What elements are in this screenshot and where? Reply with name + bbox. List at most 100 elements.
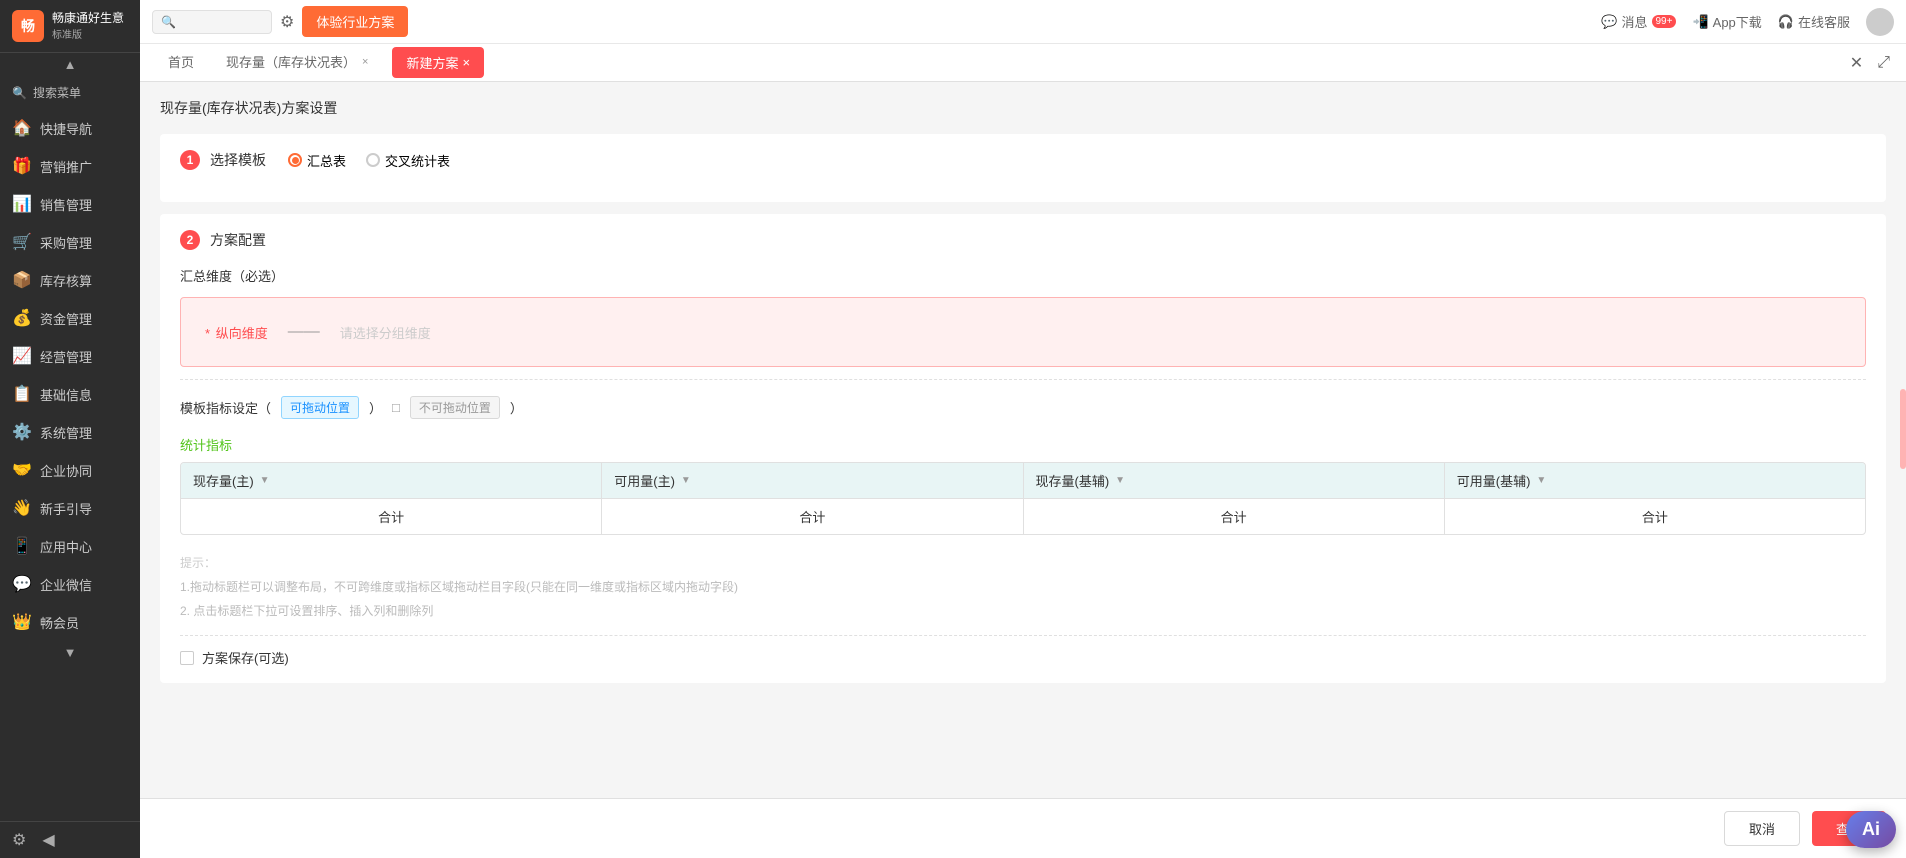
marketing-icon: 🎁	[12, 156, 32, 176]
finance-icon: 💰	[12, 308, 32, 328]
tab-home[interactable]: 首页	[152, 44, 210, 81]
app-center-icon: 📱	[12, 536, 32, 556]
radio-summary[interactable]: 汇总表	[288, 151, 346, 170]
topbar-settings-icon[interactable]: ⚙	[280, 12, 294, 32]
dim-required-label: * 纵向维度	[205, 323, 268, 342]
stats-cell-2: 合计	[1024, 498, 1445, 534]
sidebar-item-corp[interactable]: 🤝 企业协同	[0, 451, 140, 489]
sidebar-item-quick-nav[interactable]: 🏠 快捷导航	[0, 109, 140, 147]
radio-cross[interactable]: 交叉统计表	[366, 151, 450, 170]
movable-tag: 可拖动位置	[281, 396, 359, 419]
app-logo-icon: 畅	[12, 10, 44, 42]
tab-close-new[interactable]: ×	[462, 55, 470, 70]
quick-nav-icon: 🏠	[12, 118, 32, 138]
sidebar-scroll-up[interactable]: ▲	[0, 53, 140, 76]
stats-col-0[interactable]: 现存量(主) ▼	[181, 463, 602, 498]
section-plan-config: 2 方案配置 汇总维度（必选） * 纵向维度 —— 请选择分组维度 模板指标设定…	[160, 214, 1886, 683]
app-download-icon: 📲	[1692, 14, 1708, 30]
chevron-down-icon-0: ▼	[260, 475, 270, 486]
sidebar-item-member[interactable]: 👑 畅会员	[0, 603, 140, 641]
tab-new-plan[interactable]: 新建方案 ×	[392, 47, 484, 78]
member-icon: 👑	[12, 612, 32, 632]
tips-item1: 1.拖动标题栏可以调整布局，不可跨维度或指标区域拖动栏目字段(只能在同一维度或指…	[180, 575, 1866, 599]
ai-badge[interactable]: Ai	[1846, 811, 1896, 848]
chevron-down-icon-3: ▼	[1536, 475, 1546, 486]
radio-summary-inner	[292, 157, 299, 164]
indicator-settings: 模板指标设定（ 可拖动位置 ） □ 不可拖动位置 ）	[180, 396, 1866, 419]
section-choose-template: 1 选择模板 汇总表 交叉统计表	[160, 134, 1886, 202]
section2-header: 2 方案配置	[180, 230, 1866, 250]
try-industry-button[interactable]: 体验行业方案	[302, 6, 408, 37]
corp-wechat-icon: 💬	[12, 574, 32, 594]
cancel-button[interactable]: 取消	[1724, 811, 1800, 846]
topbar-left: 🔍 ⚙ 体验行业方案	[152, 6, 1591, 37]
section1-num: 1	[180, 150, 200, 170]
tips-item2: 2. 点击标题栏下拉可设置排序、插入列和删除列	[180, 599, 1866, 623]
tab-inventory-status[interactable]: 现存量（库存状况表） ×	[210, 44, 384, 81]
system-icon: ⚙️	[12, 422, 32, 442]
separator2	[180, 635, 1866, 636]
collapse-icon[interactable]: ◀	[42, 830, 54, 850]
sidebar-item-inventory[interactable]: 📦 库存核算	[0, 261, 140, 299]
online-service-button[interactable]: 🎧 在线客服	[1778, 12, 1850, 31]
tabs-bar: 首页 现存量（库存状况表） × 新建方案 × ✕ ⤢	[140, 44, 1906, 82]
separator1	[180, 379, 1866, 380]
tab-expand-button[interactable]: ⤢	[1873, 49, 1894, 77]
newbie-icon: 👋	[12, 498, 32, 518]
sidebar-scroll-down[interactable]: ▼	[0, 641, 140, 664]
sidebar-item-system[interactable]: ⚙️ 系统管理	[0, 413, 140, 451]
sidebar-nav: 🏠 快捷导航 🎁 营销推广 📊 销售管理 🛒 采购管理 📦 库存核算 💰 资金管…	[0, 109, 140, 641]
stats-label: 统计指标	[180, 435, 1866, 454]
stats-table: 现存量(主) ▼ 可用量(主) ▼ 现存量(基辅) ▼ 可用量(基辅) ▼	[180, 462, 1866, 535]
user-avatar[interactable]	[1866, 8, 1894, 36]
tabs-right-controls: ✕ ⤢	[1846, 49, 1894, 77]
sidebar-item-sales[interactable]: 📊 销售管理	[0, 185, 140, 223]
footer: 取消 查询	[140, 798, 1906, 858]
stats-cell-1: 合计	[602, 498, 1023, 534]
app-name: 畅康通好生意	[52, 11, 124, 27]
message-button[interactable]: 💬 消息 99+	[1601, 12, 1676, 31]
sidebar-search[interactable]: 🔍 搜索菜单	[0, 76, 140, 109]
summary-dim-label: 汇总维度（必选）	[180, 266, 1866, 285]
topbar-search-box[interactable]: 🔍	[152, 10, 272, 34]
topbar: 🔍 ⚙ 体验行业方案 💬 消息 99+ 📲 App下载 🎧 在线客服	[140, 0, 1906, 44]
sidebar-item-purchase[interactable]: 🛒 采购管理	[0, 223, 140, 261]
stats-col-3[interactable]: 可用量(基辅) ▼	[1445, 463, 1865, 498]
save-checkbox[interactable]	[180, 651, 194, 665]
main-content: 🔍 ⚙ 体验行业方案 💬 消息 99+ 📲 App下载 🎧 在线客服	[140, 0, 1906, 858]
radio-cross-circle	[366, 153, 380, 167]
message-icon: 💬	[1601, 14, 1617, 30]
stats-body: 合计 合计 合计 合计	[181, 498, 1865, 534]
sidebar-item-finance[interactable]: 💰 资金管理	[0, 299, 140, 337]
sidebar-bottom: ⚙ ◀	[0, 821, 140, 858]
sidebar-item-base-info[interactable]: 📋 基础信息	[0, 375, 140, 413]
base-info-icon: 📋	[12, 384, 32, 404]
sidebar-item-marketing[interactable]: 🎁 营销推广	[0, 147, 140, 185]
sidebar-item-newbie[interactable]: 👋 新手引导	[0, 489, 140, 527]
tab-close-inventory[interactable]: ×	[362, 56, 368, 68]
dim-placeholder: 请选择分组维度	[340, 323, 431, 342]
radio-summary-circle	[288, 153, 302, 167]
app-edition: 标准版	[52, 26, 124, 41]
message-badge: 99+	[1652, 15, 1677, 28]
stats-col-1[interactable]: 可用量(主) ▼	[602, 463, 1023, 498]
stats-col-2[interactable]: 现存量(基辅) ▼	[1024, 463, 1445, 498]
stats-cell-3: 合计	[1445, 498, 1865, 534]
settings-icon[interactable]: ⚙	[12, 830, 26, 850]
tips-section: 提示： 1.拖动标题栏可以调整布局，不可跨维度或指标区域拖动栏目字段(只能在同一…	[180, 551, 1866, 623]
tab-close-window-button[interactable]: ✕	[1846, 49, 1867, 77]
sidebar-item-app-center[interactable]: 📱 应用中心	[0, 527, 140, 565]
sidebar-item-corp-wechat[interactable]: 💬 企业微信	[0, 565, 140, 603]
topbar-search-icon: 🔍	[161, 15, 176, 29]
sidebar-item-operations[interactable]: 📈 经营管理	[0, 337, 140, 375]
section2-num: 2	[180, 230, 200, 250]
search-icon: 🔍	[12, 86, 27, 100]
chevron-down-icon-2: ▼	[1115, 475, 1125, 486]
dimension-area[interactable]: * 纵向维度 —— 请选择分组维度	[180, 297, 1866, 367]
dim-arrow: ——	[288, 323, 320, 341]
right-scroll-indicator	[1900, 389, 1906, 469]
sidebar: 畅 畅康通好生意 标准版 ▲ 🔍 搜索菜单 🏠 快捷导航 🎁 营销推广 📊 销售…	[0, 0, 140, 858]
app-download-button[interactable]: 📲 App下载	[1692, 12, 1761, 31]
fixed-tag: 不可拖动位置	[410, 396, 500, 419]
sales-icon: 📊	[12, 194, 32, 214]
